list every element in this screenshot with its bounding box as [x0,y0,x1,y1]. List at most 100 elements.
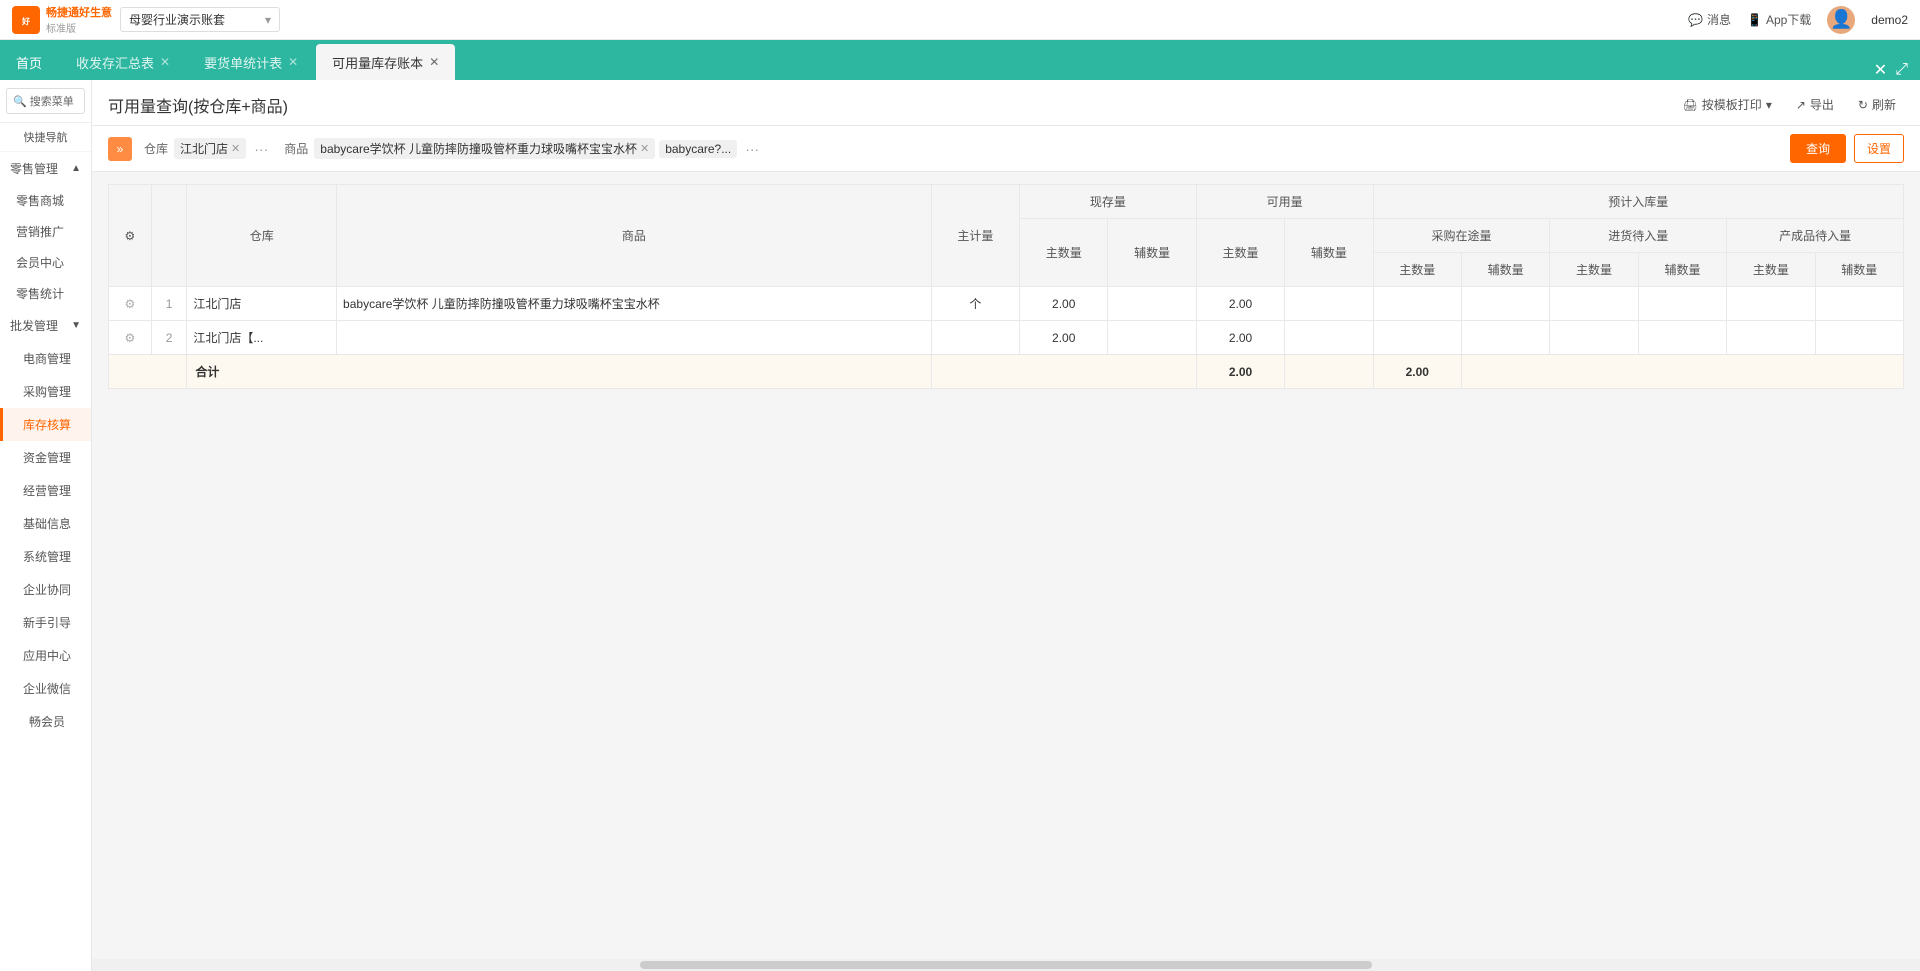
sidebar-item-retail-header[interactable]: 零售管理 ▲ [0,152,91,185]
tab-home-label: 首页 [16,53,42,72]
row-unit [931,321,1019,355]
search-menu-btn[interactable]: 🔍 搜索菜单 [6,88,85,114]
svg-text:好: 好 [21,16,30,26]
sidebar-item-retail-promo[interactable]: 营销推广 [0,216,91,247]
sidebar-search: 🔍 搜索菜单 [0,80,91,123]
chevron-down-icon: ▾ [1766,98,1772,112]
summary-avail-main: 2.00 [1373,355,1461,389]
row-purchase-aux [1461,287,1549,321]
sidebar-item-system[interactable]: 系统管理 [0,540,91,573]
sidebar-item-finance[interactable]: 资金管理 [0,441,91,474]
chevron-down-icon: ▼ [71,320,81,331]
table-footer-row: 合计 2.00 2.00 [109,355,1904,389]
tab-inventory-close[interactable]: ✕ [429,55,439,69]
product-tag-1-close[interactable]: ✕ [640,142,649,155]
sidebar-item-retail-stats[interactable]: 零售统计 [0,278,91,309]
th-warehouse: 仓库 [187,185,337,287]
row-purchase-main [1373,321,1461,355]
sidebar-item-newbie[interactable]: 新手引导 [0,606,91,639]
query-button[interactable]: 查询 [1790,134,1846,163]
top-bar-left: 好 畅捷通好生意 标准版 母婴行业演示账套 ▾ [12,4,280,35]
th-product: 商品 [337,185,932,287]
scroll-bar-thumb[interactable] [640,961,1371,969]
row-purchase-main [1373,287,1461,321]
row-gear[interactable]: ⚙ [109,287,152,321]
th-production-main: 主数量 [1727,253,1815,287]
top-bar-right: 💬 消息 📱 App下载 👤 demo2 [1688,6,1908,34]
tab-receive-close[interactable]: ✕ [160,55,170,69]
tab-home[interactable]: 首页 [0,44,58,80]
tab-order-label: 要货单统计表 [204,53,282,72]
table-body: ⚙ 1 江北门店 babycare学饮杯 儿童防摔防撞吸管杯重力球吸嘴杯宝宝水杯… [109,287,1904,355]
refresh-btn[interactable]: ↻ 刷新 [1850,92,1904,117]
message-icon: 💬 [1688,13,1703,27]
sidebar-item-operation[interactable]: 经营管理 [0,474,91,507]
tab-order-close[interactable]: ✕ [288,55,298,69]
row-production-main [1727,287,1815,321]
product-ellipsis[interactable]: ··· [741,141,763,157]
row-stock-main: 2.00 [1020,321,1108,355]
tab-inventory[interactable]: 可用量库存账本 ✕ [316,44,455,80]
th-production-pending: 产成品待入量 [1727,219,1904,253]
row-purchase-aux [1461,321,1549,355]
product-tag-2: babycare?... [659,140,737,158]
row-avail-main: 2.00 [1196,321,1284,355]
filter-product-group: 商品 babycare学饮杯 儿童防摔防撞吸管杯重力球吸嘴杯宝宝水杯 ✕ bab… [284,138,763,159]
filter-expand-btn[interactable]: » [108,137,132,161]
print-icon: 🖨 [1683,98,1698,112]
tab-inventory-label: 可用量库存账本 [332,53,423,72]
sidebar-item-basic[interactable]: 基础信息 [0,507,91,540]
sidebar-item-app-center[interactable]: 应用中心 [0,639,91,672]
th-unit: 主计量 [931,185,1019,287]
sidebar-item-retail-member[interactable]: 会员中心 [0,247,91,278]
expand-btn[interactable]: ⤢ [1895,61,1908,79]
print-btn[interactable]: 🖨 按模板打印 ▾ [1675,92,1780,117]
sidebar-item-purchase[interactable]: 采购管理 [0,375,91,408]
store-selector[interactable]: 母婴行业演示账套 ▾ [120,7,280,32]
table-area: ⚙ 仓库 商品 主计量 现存量 可用量 预计入库量 主数量 辅数量 主数量 辅数… [92,172,1920,959]
th-stock: 现存量 [1020,185,1197,219]
th-production-aux: 辅数量 [1815,253,1903,287]
settings-button[interactable]: 设置 [1854,134,1904,163]
data-table: ⚙ 仓库 商品 主计量 现存量 可用量 预计入库量 主数量 辅数量 主数量 辅数… [108,184,1904,389]
summary-stock-main: 2.00 [1196,355,1284,389]
warehouse-label: 仓库 [144,140,168,157]
page-title: 可用量查询(按仓库+商品) [108,93,288,117]
sidebar-item-ecommerce[interactable]: 电商管理 [0,342,91,375]
th-purchase-transit: 采购在途量 [1373,219,1550,253]
warehouse-ellipsis[interactable]: ··· [250,141,272,157]
sidebar-item-member[interactable]: 畅会员 [0,705,91,738]
warehouse-tags: 江北门店 ✕ ··· [174,138,272,159]
summary-stock-aux [1285,355,1373,389]
message-btn[interactable]: 💬 消息 [1688,11,1731,28]
row-avail-aux [1285,287,1373,321]
filter-bar: » 仓库 江北门店 ✕ ··· 商品 babycare学饮杯 儿童防摔防撞吸管杯… [92,126,1920,172]
sidebar-item-retail-mall[interactable]: 零售商城 [0,185,91,216]
row-incoming-aux [1638,287,1726,321]
sidebar-quick-nav[interactable]: 快捷导航 [0,123,91,152]
th-avail-aux: 辅数量 [1285,219,1373,287]
app-download-btn[interactable]: 📱 App下载 [1747,11,1811,28]
product-label: 商品 [284,140,308,157]
row-index: 2 [151,321,187,355]
row-stock-aux [1108,321,1196,355]
sidebar-item-wholesale-header[interactable]: 批发管理 ▼ [0,309,91,342]
tab-receive[interactable]: 收发存汇总表 ✕ [60,44,186,80]
avatar[interactable]: 👤 [1827,6,1855,34]
tab-order[interactable]: 要货单统计表 ✕ [188,44,314,80]
table-header-row-1: ⚙ 仓库 商品 主计量 现存量 可用量 预计入库量 [109,185,1904,219]
content-area: 可用量查询(按仓库+商品) 🖨 按模板打印 ▾ ↗ 导出 ↻ 刷新 » [92,80,1920,971]
row-gear[interactable]: ⚙ [109,321,152,355]
summary-label [109,355,187,389]
sidebar-item-inventory[interactable]: 库存核算 [0,408,91,441]
export-btn[interactable]: ↗ 导出 [1788,92,1842,117]
sidebar-retail-label: 零售管理 [10,160,58,177]
warehouse-tag-close[interactable]: ✕ [231,142,240,155]
close-all-tabs-btn[interactable]: ✕ [1874,60,1887,80]
th-purchase-aux: 辅数量 [1461,253,1549,287]
th-expected: 预计入库量 [1373,185,1903,219]
sidebar-item-enterprise[interactable]: 企业协同 [0,573,91,606]
row-incoming-aux [1638,321,1726,355]
tab-bar: 首页 收发存汇总表 ✕ 要货单统计表 ✕ 可用量库存账本 ✕ ✕ ⤢ [0,40,1920,80]
sidebar-item-wechat[interactable]: 企业微信 [0,672,91,705]
